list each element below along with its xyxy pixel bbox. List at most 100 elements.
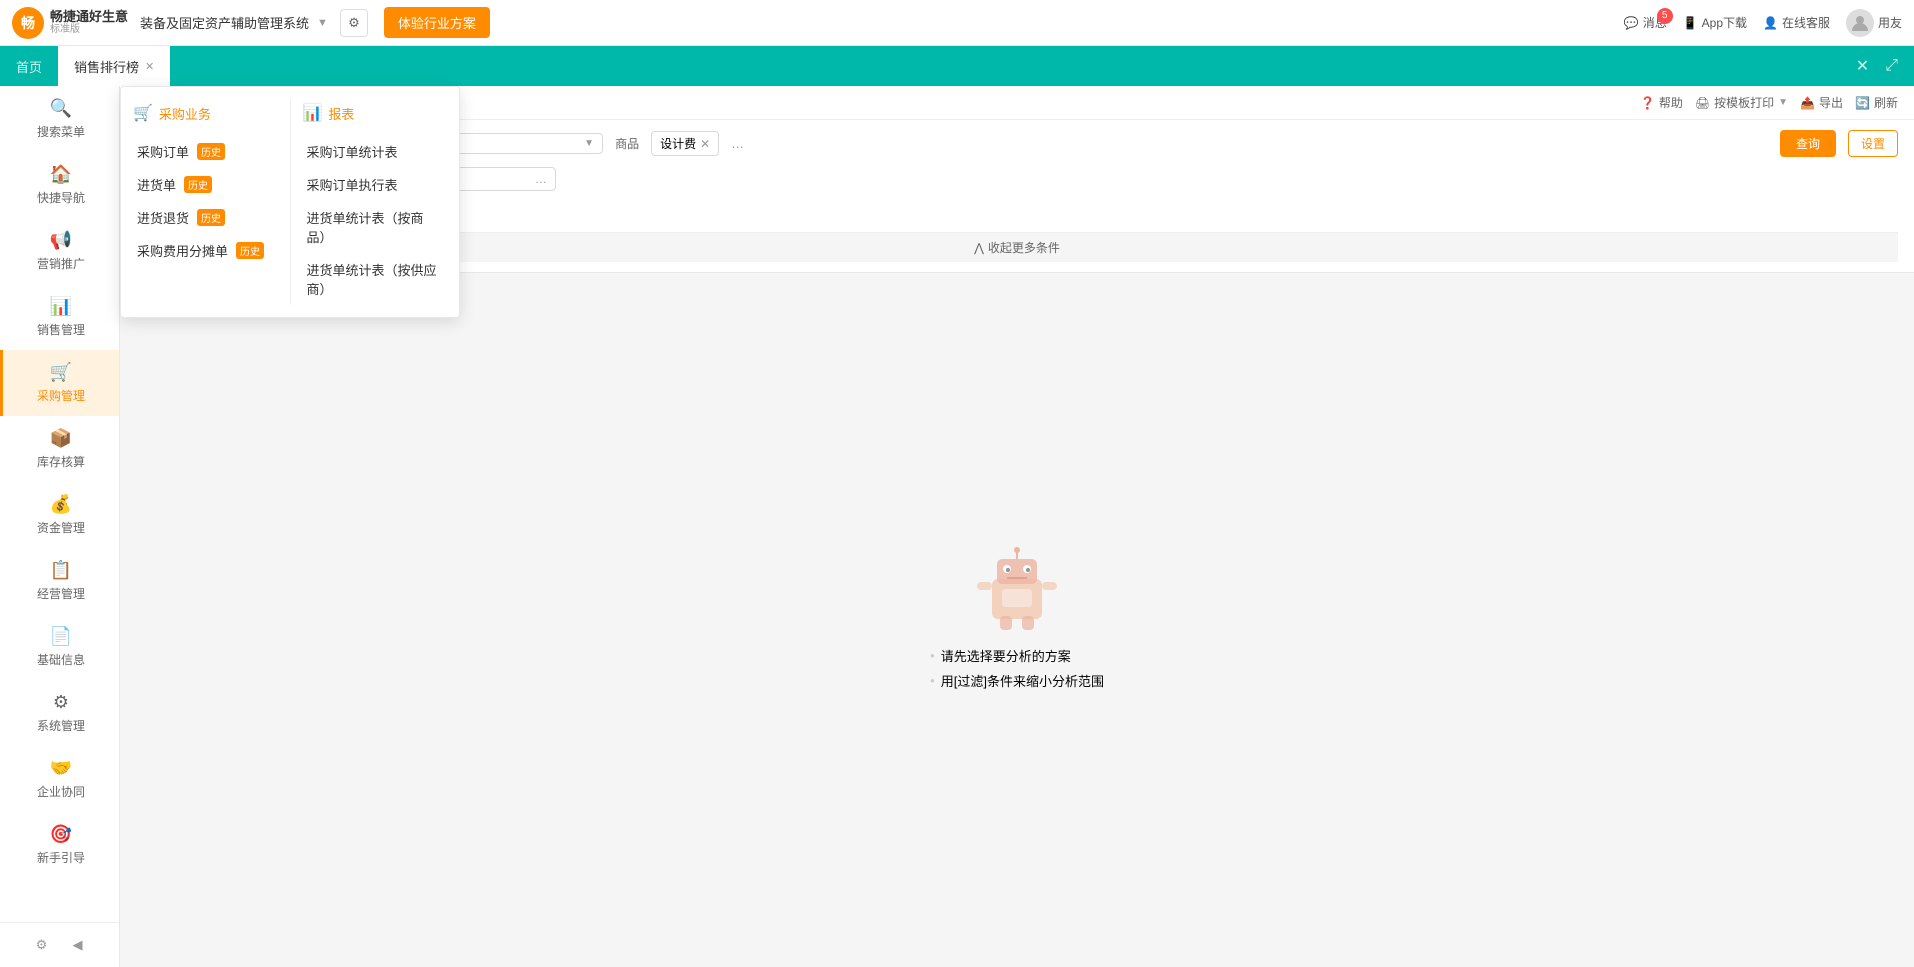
sidebar-item-operations[interactable]: 📋 经营管理 xyxy=(0,548,119,614)
sidebar-label-search: 搜索菜单 xyxy=(37,123,85,140)
guide-icon: 🎯 xyxy=(50,824,72,845)
sidebar: 🔍 搜索菜单 🏠 快捷导航 📢 营销推广 📊 销售管理 🛒 采购管理 📦 库存核… xyxy=(0,86,120,967)
user-avatar xyxy=(1846,9,1874,37)
dropdown-columns: 🛒 采购业务 采购订单 历史 进货单 历史 进货退货 历史 采购费用分摊单 历史 xyxy=(121,99,459,305)
home-icon: 🏠 xyxy=(50,164,72,185)
tab-maximize-icon[interactable]: ⤢ xyxy=(1881,53,1902,79)
goods-more-icon[interactable]: … xyxy=(731,136,744,151)
sidebar-item-system[interactable]: ⚙ 系统管理 xyxy=(0,680,119,746)
dropdown-purchase-header-label: 采购业务 xyxy=(159,104,211,123)
sidebar-item-search[interactable]: 🔍 搜索菜单 xyxy=(0,86,119,152)
print-label: 按模板打印 xyxy=(1714,94,1774,111)
sales-icon: 📊 xyxy=(50,296,72,317)
dropdown-report-header-label: 报表 xyxy=(328,104,354,123)
user-item[interactable]: 用友 xyxy=(1846,9,1902,37)
sidebar-item-guide[interactable]: 🎯 新手引导 xyxy=(0,812,119,878)
logo-text: 畅捷通好生意 标准版 xyxy=(50,9,128,37)
help-action[interactable]: ❓ 帮助 xyxy=(1640,94,1683,111)
tab-home[interactable]: 首页 xyxy=(0,46,58,86)
sidebar-item-inventory[interactable]: 📦 库存核算 xyxy=(0,416,119,482)
tab-close-all-icon[interactable]: ✕ xyxy=(1852,52,1873,80)
message-badge: 5 xyxy=(1657,8,1673,24)
sidebar-item-funds[interactable]: 💰 资金管理 xyxy=(0,482,119,548)
dropdown-item-po-history-badge: 历史 xyxy=(197,143,225,160)
refresh-action[interactable]: 🔄 刷新 xyxy=(1855,94,1898,111)
industry-btn[interactable]: 体验行业方案 xyxy=(384,7,490,38)
top-header: 畅 畅捷通好生意 标准版 装备及固定资产辅助管理系统 ▼ ⚙ 体验行业方案 💬 … xyxy=(0,0,1914,46)
online-service-item[interactable]: 👤 在线客服 xyxy=(1763,14,1830,31)
sidebar-collapse-btn[interactable]: ◀ xyxy=(64,931,92,959)
sidebar-item-enterprise[interactable]: 🤝 企业协同 xyxy=(0,746,119,812)
empty-hint-2: 用[过滤]条件来缩小分析范围 xyxy=(930,671,1104,690)
salesperson-more-icon[interactable]: … xyxy=(535,172,547,186)
export-icon: 📤 xyxy=(1800,96,1815,110)
purchase-header-icon: 🛒 xyxy=(133,103,153,123)
dropdown-item-po-label: 采购订单 xyxy=(137,142,189,161)
sidebar-item-sales[interactable]: 📊 销售管理 xyxy=(0,284,119,350)
inventory-icon: 📦 xyxy=(50,428,72,449)
search-icon: 🔍 xyxy=(50,98,72,119)
goods-tag: 设计费 ✕ xyxy=(651,131,719,156)
sidebar-item-basic-info[interactable]: 📄 基础信息 xyxy=(0,614,119,680)
logo-area: 畅 畅捷通好生意 标准版 xyxy=(12,7,132,39)
sidebar-label-inventory: 库存核算 xyxy=(37,453,85,470)
system-title-dropdown-icon[interactable]: ▼ xyxy=(317,17,328,29)
sidebar-item-quick-nav[interactable]: 🏠 快捷导航 xyxy=(0,152,119,218)
dropdown-item-po[interactable]: 采购订单 历史 xyxy=(133,135,278,168)
sidebar-item-marketing[interactable]: 📢 营销推广 xyxy=(0,218,119,284)
message-icon: 💬 xyxy=(1624,16,1639,30)
dropdown-item-po-stats-label: 采购订单统计表 xyxy=(307,142,398,161)
sidebar-label-guide: 新手引导 xyxy=(37,849,85,866)
dropdown-item-receive[interactable]: 进货单 历史 xyxy=(133,168,278,201)
dropdown-item-receive-by-supplier[interactable]: 进货单统计表（按供应商） xyxy=(303,253,448,305)
tab-sales-ranking[interactable]: 销售排行榜 ✕ xyxy=(58,46,170,86)
dropdown-item-po-exec[interactable]: 采购订单执行表 xyxy=(303,168,448,201)
sidebar-label-basic-info: 基础信息 xyxy=(37,651,85,668)
print-icon: 🖨 xyxy=(1695,96,1710,110)
purchase-icon: 🛒 xyxy=(50,362,72,383)
dropdown-item-return-history-badge: 历史 xyxy=(197,209,225,226)
empty-state: 请先选择要分析的方案 用[过滤]条件来缩小分析范围 xyxy=(120,273,1914,967)
purchase-dropdown-menu: 🛒 采购业务 采购订单 历史 进货单 历史 进货退货 历史 采购费用分摊单 历史 xyxy=(120,86,460,318)
goods-tag-close-icon[interactable]: ✕ xyxy=(700,137,710,151)
export-action[interactable]: 📤 导出 xyxy=(1800,94,1843,111)
filter-settings-btn[interactable]: 设置 xyxy=(1848,130,1898,157)
message-item[interactable]: 💬 消息 5 xyxy=(1624,14,1667,31)
print-action[interactable]: 🖨 按模板打印 ▼ xyxy=(1695,94,1788,111)
collapse-label: 收起更多条件 xyxy=(988,239,1060,256)
print-dropdown-icon[interactable]: ▼ xyxy=(1778,97,1788,108)
dropdown-item-expense[interactable]: 采购费用分摊单 历史 xyxy=(133,234,278,267)
sidebar-label-funds: 资金管理 xyxy=(37,519,85,536)
tab-close-icon[interactable]: ✕ xyxy=(145,60,154,73)
export-label: 导出 xyxy=(1819,94,1843,111)
header-settings-icon[interactable]: ⚙ xyxy=(340,9,368,37)
help-icon: ❓ xyxy=(1640,96,1655,110)
tab-bar-controls: ✕ ⤢ xyxy=(1840,52,1914,80)
empty-robot-icon xyxy=(967,544,1067,634)
doc-status-dropdown-icon: ▼ xyxy=(584,138,594,149)
sidebar-label-sales: 销售管理 xyxy=(37,321,85,338)
dropdown-item-receive-by-supplier-label: 进货单统计表（按供应商） xyxy=(307,260,444,298)
online-service-label: 在线客服 xyxy=(1782,14,1830,31)
help-label: 帮助 xyxy=(1659,94,1683,111)
dropdown-item-receive-label: 进货单 xyxy=(137,175,176,194)
enterprise-icon: 🤝 xyxy=(50,758,72,779)
dropdown-purchase-header: 🛒 采购业务 xyxy=(133,99,278,131)
dropdown-item-expense-label: 采购费用分摊单 xyxy=(137,241,228,260)
logo-icon: 畅 xyxy=(12,7,44,39)
doc-status-select[interactable]: ▼ xyxy=(453,133,603,154)
dropdown-item-receive-by-goods[interactable]: 进货单统计表（按商品） xyxy=(303,201,448,253)
dropdown-item-receive-history-badge: 历史 xyxy=(184,176,212,193)
app-download-item[interactable]: 📱 App下载 xyxy=(1683,14,1747,31)
query-btn[interactable]: 查询 xyxy=(1780,130,1836,157)
refresh-icon: 🔄 xyxy=(1855,96,1870,110)
dropdown-item-po-stats[interactable]: 采购订单统计表 xyxy=(303,135,448,168)
dropdown-item-return[interactable]: 进货退货 历史 xyxy=(133,201,278,234)
dropdown-item-expense-history-badge: 历史 xyxy=(236,242,264,259)
sidebar-label-quick-nav: 快捷导航 xyxy=(37,189,85,206)
logo-sub-text: 标准版 xyxy=(50,24,128,36)
dropdown-col-report: 📊 报表 采购订单统计表 采购订单执行表 进货单统计表（按商品） 进货单统计表（… xyxy=(291,99,460,305)
sidebar-item-purchase[interactable]: 🛒 采购管理 xyxy=(0,350,119,416)
sidebar-settings-btn[interactable]: ⚙ xyxy=(28,931,56,959)
tab-sales-ranking-label: 销售排行榜 xyxy=(74,57,139,76)
